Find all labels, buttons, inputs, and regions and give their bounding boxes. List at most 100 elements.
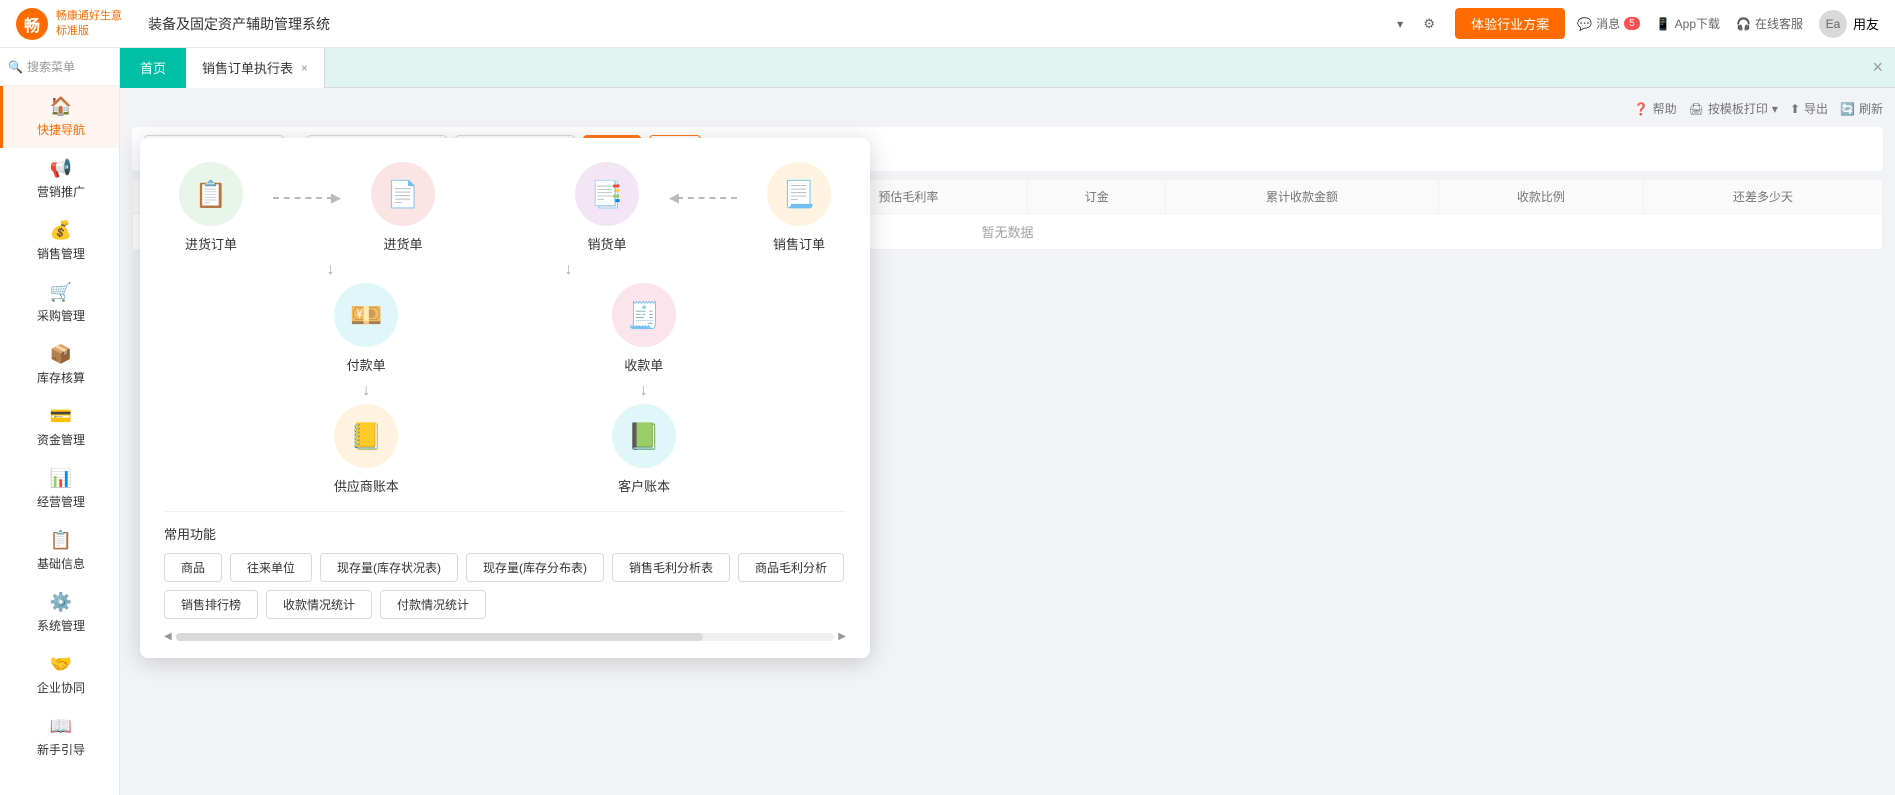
purchase-icon: 🛒 xyxy=(50,282,72,303)
content-area: 首页 销售订单执行表 × × ❓ 帮助 🖨 按 xyxy=(120,48,1895,795)
scroll-bar-area: ◀ ▶ xyxy=(164,627,846,646)
flow-customer-ledger[interactable]: 📗 客户账本 xyxy=(612,404,676,495)
sidebar-item-basic-info[interactable]: 📋 基础信息 xyxy=(0,520,119,582)
scroll-right-arrow[interactable]: ▶ xyxy=(838,631,846,642)
logo-text: 畅康通好生意 标准版 xyxy=(56,9,122,38)
flow-label-purchase-order: 进货订单 xyxy=(185,234,237,253)
user-area[interactable]: Ea 用友 xyxy=(1819,10,1879,38)
btn-product[interactable]: 商品 xyxy=(164,553,222,582)
btn-product-gross[interactable]: 商品毛利分析 xyxy=(738,553,844,582)
flow-diagram: 📋 进货订单 ▶ 📄 进货单 xyxy=(164,162,846,495)
sidebar-item-marketing[interactable]: 📢 营销推广 xyxy=(0,148,119,210)
arrow-sales-order-to-bill: ◀ xyxy=(669,190,737,206)
sidebar-item-quick-nav[interactable]: 🏠 快捷导航 xyxy=(0,86,119,148)
tab-close-button[interactable]: × xyxy=(301,61,308,75)
online-service-button[interactable]: 🎧 在线客服 xyxy=(1736,15,1803,32)
arrow-down-sales: ↓ xyxy=(537,261,601,279)
finance-icon: 💳 xyxy=(50,406,72,427)
flow-circle-supplier-ledger: 📒 xyxy=(334,404,398,468)
spacer6 xyxy=(445,382,565,400)
system-dropdown[interactable]: ▾ xyxy=(1397,17,1403,31)
btn-sales-rank[interactable]: 销售排行榜 xyxy=(164,590,258,619)
flow-receipt-bill[interactable]: 🧾 收款单 xyxy=(612,283,676,374)
logo-icon: 畅 xyxy=(16,8,48,40)
operation-icon: 📊 xyxy=(50,468,72,489)
spacer7 xyxy=(723,382,823,400)
sales-icon: 💰 xyxy=(50,220,72,241)
flow-sales-bill[interactable]: 📑 销货单 xyxy=(575,162,639,253)
btn-sales-gross[interactable]: 销售毛利分析表 xyxy=(612,553,730,582)
flow-label-payment-bill: 付款单 xyxy=(347,355,386,374)
common-buttons-row2: 销售排行榜 收款情况统计 付款情况统计 xyxy=(164,590,846,619)
gear-button[interactable]: ⚙ xyxy=(1415,10,1443,38)
sidebar-item-newbie[interactable]: 📖 新手引导 xyxy=(0,706,119,768)
btn-stock-dist[interactable]: 现存量(库存分布表) xyxy=(466,553,604,582)
common-functions-section: 常用功能 商品 往来单位 现存量(库存状况表) 现存量(库存分布表) 销售毛利分… xyxy=(164,511,846,619)
search-icon: 🔍 xyxy=(8,60,23,74)
common-functions-title: 常用功能 xyxy=(164,524,846,543)
sidebar-item-finance[interactable]: 💳 资金管理 xyxy=(0,396,119,458)
sidebar: 🔍 搜索菜单 🏠 快捷导航 📢 营销推广 💰 销售管理 🛒 采购管理 📦 xyxy=(0,48,120,795)
flow-circle-customer-ledger: 📗 xyxy=(612,404,676,468)
flow-circle-purchase-order: 📋 xyxy=(179,162,243,226)
arrow-down-payment: ↓ xyxy=(334,382,398,400)
common-buttons-row1: 商品 往来单位 现存量(库存状况表) 现存量(库存分布表) 销售毛利分析表 商品… xyxy=(164,553,846,582)
flow-circle-sales-bill: 📑 xyxy=(575,162,639,226)
search-menu[interactable]: 🔍 搜索菜单 xyxy=(0,48,119,86)
flow-label-purchase-bill: 进货单 xyxy=(383,234,422,253)
flow-payment-bill[interactable]: 💴 付款单 xyxy=(334,283,398,374)
modal-box: 📋 进货订单 ▶ 📄 进货单 xyxy=(140,138,870,658)
marketing-icon: 📢 xyxy=(50,158,72,179)
newbie-icon: 📖 xyxy=(50,716,72,737)
home-icon: 🏠 xyxy=(50,96,72,117)
scroll-track[interactable] xyxy=(176,633,835,641)
system-icon: ⚙️ xyxy=(50,592,72,613)
system-title: 装备及固定资产辅助管理系统 xyxy=(148,14,1385,34)
message-icon: 💬 xyxy=(1577,17,1592,31)
flow-circle-sales-order: 📃 xyxy=(767,162,831,226)
flow-circle-purchase-bill: 📄 xyxy=(371,162,435,226)
avatar: Ea xyxy=(1819,10,1847,38)
header-right: 💬 消息 5 📱 App下载 🎧 在线客服 Ea 用友 xyxy=(1577,10,1879,38)
arrow-purchase-to-bill: ▶ xyxy=(273,190,341,206)
flow-label-sales-bill: 销货单 xyxy=(587,234,626,253)
sidebar-item-enterprise[interactable]: 🤝 企业协同 xyxy=(0,644,119,706)
flow-supplier-ledger[interactable]: 📒 供应商账本 xyxy=(334,404,399,495)
tab-home[interactable]: 首页 xyxy=(120,48,186,88)
sidebar-item-system[interactable]: ⚙️ 系统管理 xyxy=(0,582,119,644)
sidebar-item-sales[interactable]: 💰 销售管理 xyxy=(0,210,119,272)
btn-receipt-stats[interactable]: 收款情况统计 xyxy=(266,590,372,619)
sidebar-item-inventory[interactable]: 📦 库存核算 xyxy=(0,334,119,396)
logo-area: 畅 畅康通好生意 标准版 xyxy=(16,8,136,40)
spacer4 xyxy=(759,261,823,279)
btn-customer[interactable]: 往来单位 xyxy=(230,553,312,582)
sidebar-item-purchase[interactable]: 🛒 采购管理 xyxy=(0,272,119,334)
service-icon: 🎧 xyxy=(1736,17,1751,31)
message-button[interactable]: 💬 消息 5 xyxy=(1577,15,1640,32)
user-name: 用友 xyxy=(1853,14,1879,33)
tab-close-all-button[interactable]: × xyxy=(1872,57,1895,78)
spacer3 xyxy=(648,261,712,279)
sidebar-item-operation[interactable]: 📊 经营管理 xyxy=(0,458,119,520)
tab-bar: 首页 销售订单执行表 × × xyxy=(120,48,1895,88)
flow-label-customer-ledger: 客户账本 xyxy=(618,476,670,495)
flow-label-receipt-bill: 收款单 xyxy=(624,355,663,374)
scroll-left-arrow[interactable]: ◀ xyxy=(164,631,172,642)
arrow-down-receipt: ↓ xyxy=(612,382,676,400)
app-download-button[interactable]: 📱 App下载 xyxy=(1656,15,1720,32)
btn-payment-stats[interactable]: 付款情况统计 xyxy=(380,590,486,619)
flow-label-supplier-ledger: 供应商账本 xyxy=(334,476,399,495)
experience-button[interactable]: 体验行业方案 xyxy=(1455,8,1565,39)
flow-sales-order[interactable]: 📃 销售订单 xyxy=(767,162,831,253)
spacer2 xyxy=(410,261,490,279)
message-badge: 5 xyxy=(1624,17,1640,30)
flow-purchase-bill[interactable]: 📄 进货单 xyxy=(371,162,435,253)
scroll-thumb[interactable] xyxy=(176,633,703,641)
btn-stock-status[interactable]: 现存量(库存状况表) xyxy=(320,553,458,582)
flow-circle-receipt-bill: 🧾 xyxy=(612,283,676,347)
download-icon: 📱 xyxy=(1656,17,1671,31)
page-content: ❓ 帮助 🖨 按模板打印 ▾ ⬆ 导出 🔄 刷新 xyxy=(120,88,1895,795)
tab-sales-order[interactable]: 销售订单执行表 × xyxy=(186,48,325,88)
inventory-icon: 📦 xyxy=(50,344,72,365)
flow-purchase-order[interactable]: 📋 进货订单 xyxy=(179,162,243,253)
